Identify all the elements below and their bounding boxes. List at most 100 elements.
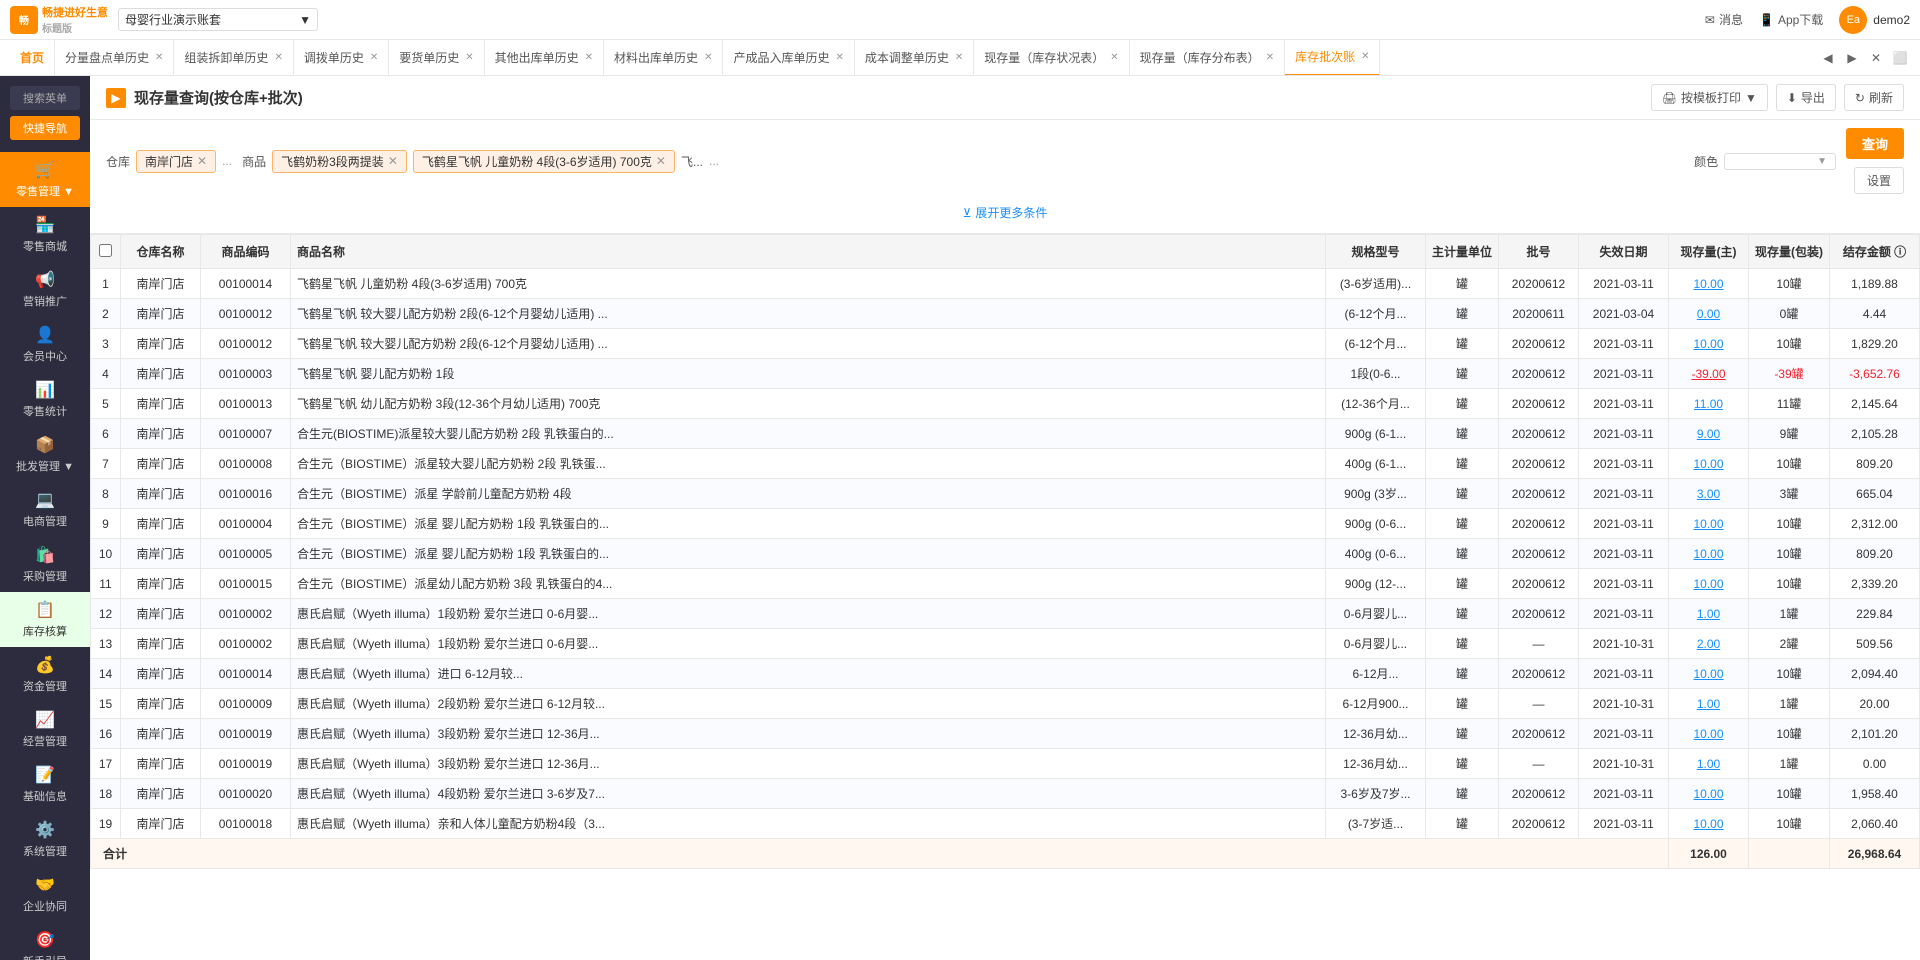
sidebar-item-basicinfo[interactable]: 📝 基础信息 xyxy=(0,757,90,812)
tab-8[interactable]: 成本调整单历史 ✕ xyxy=(855,40,974,76)
close-tab-3-icon[interactable]: ✕ xyxy=(370,52,378,63)
qty-main-link[interactable]: 0.00 xyxy=(1697,307,1720,321)
app-download-button[interactable]: 📱 App下载 xyxy=(1759,11,1823,28)
cell-qty-main[interactable]: 10.00 xyxy=(1669,449,1749,479)
qty-main-link[interactable]: 3.00 xyxy=(1697,487,1720,501)
cell-qty-main[interactable]: 10.00 xyxy=(1669,509,1749,539)
qty-main-link[interactable]: 10.00 xyxy=(1693,277,1723,291)
tab-home[interactable]: 首页 xyxy=(10,40,55,76)
setting-button[interactable]: 设置 xyxy=(1854,167,1904,194)
select-all-checkbox[interactable] xyxy=(99,244,112,257)
cell-qty-main[interactable]: 1.00 xyxy=(1669,749,1749,779)
qty-main-link[interactable]: 10.00 xyxy=(1693,787,1723,801)
cell-qty-main[interactable]: 0.00 xyxy=(1669,299,1749,329)
warehouse-more-icon[interactable]: ... xyxy=(222,154,232,168)
sidebar-item-wholesale[interactable]: 📦 批发管理 ▼ xyxy=(0,427,90,482)
cell-qty-main[interactable]: 2.00 xyxy=(1669,629,1749,659)
qty-main-link[interactable]: 10.00 xyxy=(1693,547,1723,561)
product-tag-more[interactable]: 飞... xyxy=(681,153,703,170)
tab-expand-icon[interactable]: ⬜ xyxy=(1890,48,1910,68)
tab-4[interactable]: 要货单历史 ✕ xyxy=(389,40,484,76)
qty-main-link[interactable]: 10.00 xyxy=(1693,817,1723,831)
sidebar-item-finance[interactable]: 💰 资金管理 xyxy=(0,647,90,702)
cell-qty-main[interactable]: 10.00 xyxy=(1669,659,1749,689)
close-tab-1-icon[interactable]: ✕ xyxy=(155,52,163,63)
product-tag-0-remove-icon[interactable]: ✕ xyxy=(388,154,398,168)
cell-qty-main[interactable]: 10.00 xyxy=(1669,809,1749,839)
sidebar-item-operations[interactable]: 📈 经营管理 xyxy=(0,702,90,757)
qty-main-link[interactable]: 2.00 xyxy=(1697,637,1720,651)
qty-main-link[interactable]: 1.00 xyxy=(1697,697,1720,711)
cell-qty-main[interactable]: 11.00 xyxy=(1669,389,1749,419)
tab-6[interactable]: 材料出库单历史 ✕ xyxy=(604,40,723,76)
qty-main-link[interactable]: 10.00 xyxy=(1693,457,1723,471)
sidebar-item-search[interactable]: 搜索英单 xyxy=(10,86,80,110)
qty-main-link[interactable]: 10.00 xyxy=(1693,337,1723,351)
sidebar-item-retailstat[interactable]: 📊 零售统计 xyxy=(0,372,90,427)
sidebar-toggle-icon[interactable]: ▶ xyxy=(106,88,126,108)
sidebar-item-mall[interactable]: 🏪 零售商城 xyxy=(0,207,90,262)
sidebar-item-newbie[interactable]: 🎯 新手引导 xyxy=(0,922,90,960)
tab-prev-icon[interactable]: ◀ xyxy=(1818,48,1838,68)
cell-qty-main[interactable]: -39.00 xyxy=(1669,359,1749,389)
sidebar-item-ecommerce[interactable]: 💻 电商管理 xyxy=(0,482,90,537)
breadcrumb-select[interactable]: 母婴行业演示账套 ▼ xyxy=(118,8,318,31)
sidebar-item-inventory[interactable]: 📋 库存核算 xyxy=(0,592,90,647)
qty-main-link[interactable]: 1.00 xyxy=(1697,607,1720,621)
cell-qty-main[interactable]: 10.00 xyxy=(1669,539,1749,569)
cell-qty-main[interactable]: 1.00 xyxy=(1669,689,1749,719)
sidebar-item-collab[interactable]: 🤝 企业协同 xyxy=(0,867,90,922)
sidebar-item-member[interactable]: 👤 会员中心 xyxy=(0,317,90,372)
qty-main-link[interactable]: 10.00 xyxy=(1693,727,1723,741)
cell-qty-main[interactable]: 10.00 xyxy=(1669,569,1749,599)
sidebar-item-purchase[interactable]: 🛍️ 采购管理 xyxy=(0,537,90,592)
close-tab-10-icon[interactable]: ✕ xyxy=(1266,52,1274,63)
warehouse-tag-remove-icon[interactable]: ✕ xyxy=(197,154,207,168)
warehouse-tag-0[interactable]: 南岸门店 ✕ xyxy=(136,150,216,173)
tab-3[interactable]: 调拨单历史 ✕ xyxy=(294,40,389,76)
qty-main-link[interactable]: 11.00 xyxy=(1694,397,1723,411)
tab-5[interactable]: 其他出库单历史 ✕ xyxy=(485,40,604,76)
close-tab-4-icon[interactable]: ✕ xyxy=(465,52,473,63)
qty-main-link[interactable]: 9.00 xyxy=(1697,427,1720,441)
cell-qty-main[interactable]: 10.00 xyxy=(1669,779,1749,809)
user-area[interactable]: Ea demo2 xyxy=(1839,6,1910,34)
qty-main-link[interactable]: 1.00 xyxy=(1697,757,1720,771)
sidebar-item-quicknav[interactable]: 快捷导航 xyxy=(10,116,80,140)
query-button[interactable]: 查询 xyxy=(1846,128,1904,159)
cell-qty-main[interactable]: 10.00 xyxy=(1669,329,1749,359)
cell-qty-main[interactable]: 9.00 xyxy=(1669,419,1749,449)
tab-7[interactable]: 产成品入库单历史 ✕ xyxy=(723,40,854,76)
close-tab-6-icon[interactable]: ✕ xyxy=(704,52,712,63)
product-tag-1-remove-icon[interactable]: ✕ xyxy=(656,154,666,168)
close-tab-7-icon[interactable]: ✕ xyxy=(835,52,843,63)
close-tab-11-icon[interactable]: ✕ xyxy=(1361,51,1369,62)
qty-main-link[interactable]: 10.00 xyxy=(1693,517,1723,531)
tab-next-icon[interactable]: ▶ xyxy=(1842,48,1862,68)
tab-close-icon[interactable]: ✕ xyxy=(1866,48,1886,68)
export-button[interactable]: ⬇ 导出 xyxy=(1776,84,1836,111)
cell-qty-main[interactable]: 10.00 xyxy=(1669,719,1749,749)
refresh-button[interactable]: ↻ 刷新 xyxy=(1844,84,1904,111)
close-tab-9-icon[interactable]: ✕ xyxy=(1110,52,1118,63)
th-checkbox[interactable] xyxy=(91,235,121,269)
qty-main-link[interactable]: -39.00 xyxy=(1691,367,1725,381)
tab-10[interactable]: 现存量（库存分布表）✕ xyxy=(1130,40,1285,76)
color-select[interactable]: ▼ xyxy=(1724,153,1836,170)
sidebar-item-retail[interactable]: 🛒 零售管理 ▼ xyxy=(0,152,90,207)
cell-qty-main[interactable]: 3.00 xyxy=(1669,479,1749,509)
sidebar-item-system[interactable]: ⚙️ 系统管理 xyxy=(0,812,90,867)
cell-qty-main[interactable]: 1.00 xyxy=(1669,599,1749,629)
qty-main-link[interactable]: 10.00 xyxy=(1693,577,1723,591)
product-tag-1[interactable]: 飞鹤星飞帆 儿童奶粉 4段(3-6岁适用) 700克 ✕ xyxy=(413,150,675,173)
tab-11[interactable]: 库存批次账 ✕ xyxy=(1285,40,1380,76)
cell-qty-main[interactable]: 10.00 xyxy=(1669,269,1749,299)
tab-2[interactable]: 组装拆卸单历史 ✕ xyxy=(174,40,293,76)
sidebar-item-marketing[interactable]: 📢 营销推广 xyxy=(0,262,90,317)
messages-button[interactable]: ✉ 消息 xyxy=(1705,11,1743,28)
tab-9[interactable]: 现存量（库存状况表）✕ xyxy=(974,40,1129,76)
close-tab-5-icon[interactable]: ✕ xyxy=(585,52,593,63)
tab-1[interactable]: 分量盘点单历史 ✕ xyxy=(55,40,174,76)
close-tab-2-icon[interactable]: ✕ xyxy=(274,52,282,63)
expand-more-button[interactable]: ⊻ 展开更多条件 xyxy=(959,200,1052,225)
